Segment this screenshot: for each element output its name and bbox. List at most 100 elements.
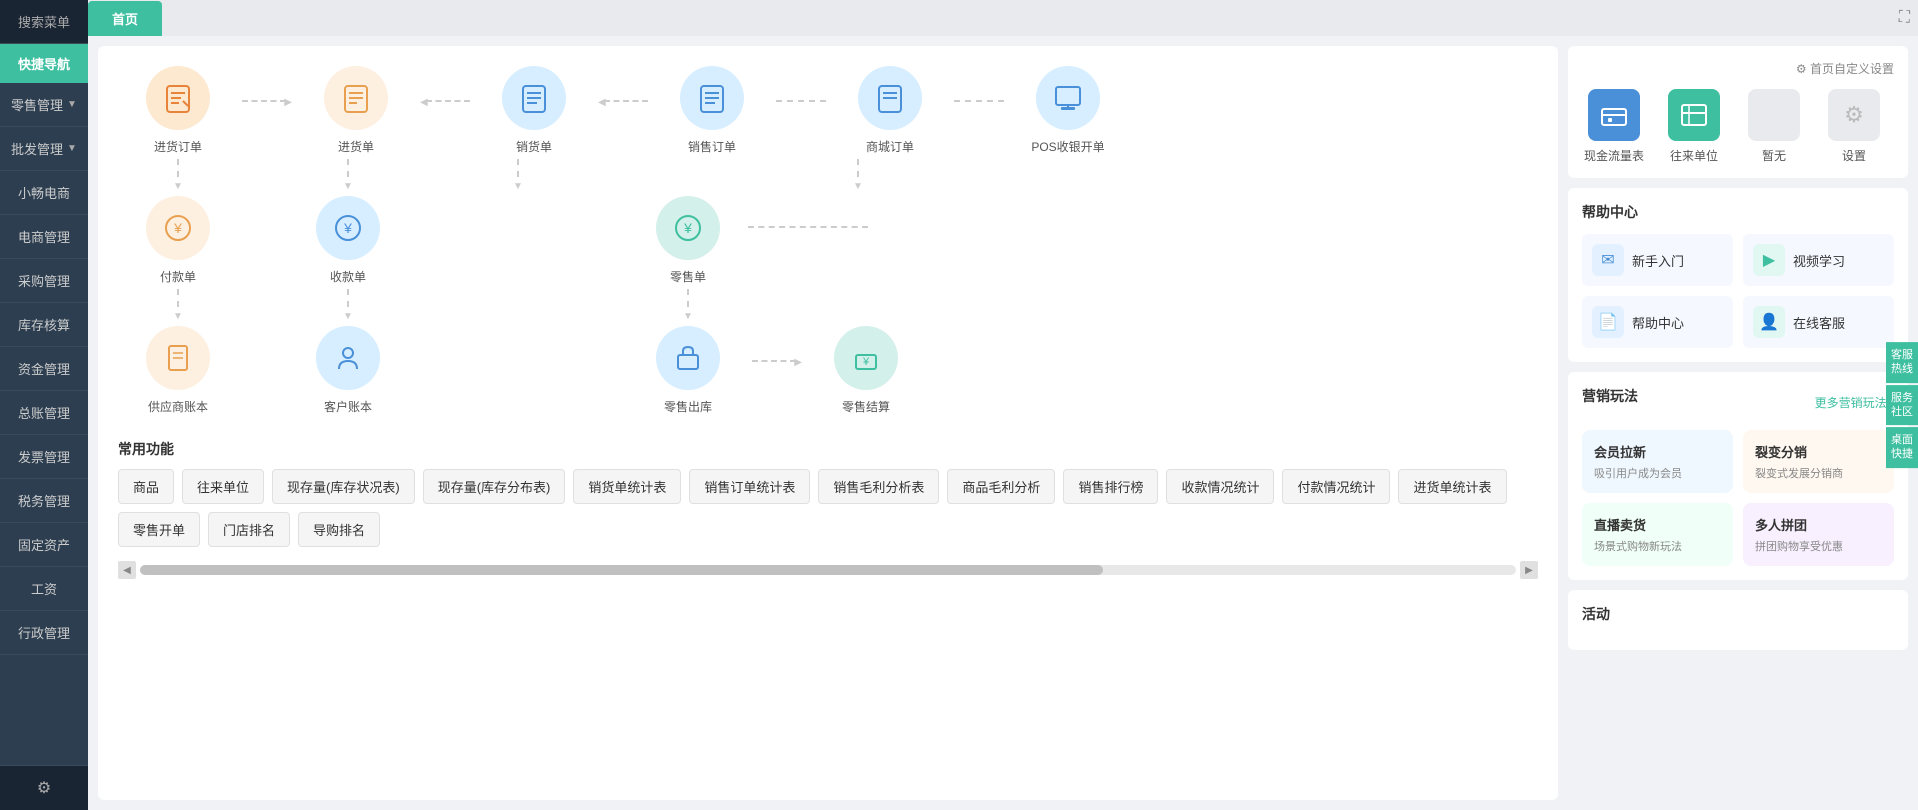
cf-btn-receipt-stats[interactable]: 收款情况统计 <box>1166 469 1274 504</box>
cf-btn-units[interactable]: 往来单位 <box>182 469 264 504</box>
tab-home[interactable]: 首页 <box>88 1 162 36</box>
cf-btn-retail-order[interactable]: 零售开单 <box>118 512 200 547</box>
sidebar-item-ecommerce-small-label: 小畅电商 <box>18 183 70 202</box>
qn-partner-units[interactable]: 往来单位 <box>1662 89 1726 164</box>
flow-node-supplier-book[interactable]: 供应商账本 <box>118 326 238 415</box>
cf-btn-goods[interactable]: 商品 <box>118 469 174 504</box>
more-marketing-link[interactable]: 更多营销玩法 › <box>1815 394 1894 411</box>
arrow-1-2 <box>238 93 296 108</box>
purchase-order-label: 进货订单 <box>154 138 202 155</box>
service-community-button[interactable]: 服务社区 <box>1886 385 1918 426</box>
payment-icon: ¥ <box>146 196 210 260</box>
cf-btn-store-rank[interactable]: 门店排名 <box>208 512 290 547</box>
flow-node-retail-order[interactable]: ¥ 零售单 <box>628 196 748 285</box>
cash-flow-icon <box>1588 89 1640 141</box>
sidebar-gear-button[interactable]: ⚙ <box>0 765 88 810</box>
right-float-panel: 客服热线 服务社区 桌面快捷 <box>1886 342 1918 468</box>
flow-node-purchase-order[interactable]: 进货订单 <box>118 66 238 155</box>
help-online-service[interactable]: 👤 在线客服 <box>1743 296 1894 348</box>
sidebar-item-ecommerce-mgmt[interactable]: 电商管理 <box>0 215 88 259</box>
vc-mall-order <box>798 159 918 192</box>
cf-btn-stock-status[interactable]: 现存量(库存状况表) <box>272 469 415 504</box>
group-title: 多人拼团 <box>1755 515 1882 534</box>
cf-btn-stock-dist[interactable]: 现存量(库存分布表) <box>423 469 566 504</box>
flow-node-payment[interactable]: ¥ 付款单 <box>118 196 238 285</box>
marketing-fission[interactable]: 裂变分销 裂变式发展分销商 <box>1743 430 1894 493</box>
marketing-live[interactable]: 直播卖货 场景式购物新玩法 <box>1582 503 1733 566</box>
cf-btn-guide-rank[interactable]: 导购排名 <box>298 512 380 547</box>
sidebar-item-invoice-label: 发票管理 <box>18 447 70 466</box>
settings-label: 设置 <box>1842 147 1866 164</box>
customize-settings-link[interactable]: ⚙ 首页自定义设置 <box>1582 60 1894 77</box>
cf-btn-sales-stats[interactable]: 销货单统计表 <box>573 469 681 504</box>
sidebar-item-invoice[interactable]: 发票管理 <box>0 435 88 479</box>
scroll-left-button[interactable]: ◀ <box>118 561 136 579</box>
qn-cash-flow[interactable]: 现金流量表 <box>1582 89 1646 164</box>
activity-section: 活动 <box>1568 590 1908 650</box>
cf-btn-sales-profit[interactable]: 销售毛利分析表 <box>818 469 939 504</box>
sidebar-nav-label: 快捷导航 <box>0 44 88 83</box>
arrow-3-4 <box>594 93 652 108</box>
none-icon <box>1748 89 1800 141</box>
marketing-header: 营销玩法 更多营销玩法 › <box>1582 386 1894 418</box>
help-docs[interactable]: 📄 帮助中心 <box>1582 296 1733 348</box>
help-beginner[interactable]: ✉ 新手入门 <box>1582 234 1733 286</box>
scroll-thumb[interactable] <box>140 565 1103 575</box>
flow-node-retail-settle[interactable]: ¥ 零售结算 <box>806 326 926 415</box>
sidebar-item-salary[interactable]: 工资 <box>0 567 88 611</box>
vc-receipt <box>288 289 408 322</box>
quick-nav-icons: 现金流量表 往来单位 暂无 ⚙ <box>1582 89 1894 164</box>
flow-node-customer-book[interactable]: 客户账本 <box>288 326 408 415</box>
sidebar-item-fixed-assets[interactable]: 固定资产 <box>0 523 88 567</box>
svg-text:¥: ¥ <box>343 220 352 236</box>
sidebar-item-inventory[interactable]: 库存核算 <box>0 303 88 347</box>
cf-btn-payment-stats[interactable]: 付款情况统计 <box>1282 469 1390 504</box>
marketing-member[interactable]: 会员拉新 吸引用户成为会员 <box>1582 430 1733 493</box>
flow-node-sales-order[interactable]: 销售订单 <box>652 66 772 155</box>
retail-out-icon <box>656 326 720 390</box>
cf-btn-goods-profit[interactable]: 商品毛利分析 <box>947 469 1055 504</box>
flow-node-receipt[interactable]: ¥ 收款单 <box>288 196 408 285</box>
arrow-5-6 <box>950 100 1008 102</box>
video-icon: ▶ <box>1753 244 1785 276</box>
sidebar-item-ledger[interactable]: 总账管理 <box>0 391 88 435</box>
sidebar-item-admin[interactable]: 行政管理 <box>0 611 88 655</box>
customer-service-button[interactable]: 客服热线 <box>1886 342 1918 383</box>
arrow-down-icon-5 <box>173 307 183 322</box>
flow-node-pos[interactable]: POS收银开单 <box>1008 66 1128 155</box>
none-label: 暂无 <box>1762 147 1786 164</box>
marketing-group[interactable]: 多人拼团 拼团购物享受优惠 <box>1743 503 1894 566</box>
retail-order-label: 零售单 <box>670 268 706 285</box>
sidebar-item-purchase[interactable]: 采购管理 <box>0 259 88 303</box>
help-center-title: 帮助中心 <box>1582 202 1894 222</box>
flow-diagram: 进货订单 进货单 <box>118 66 1538 419</box>
member-title: 会员拉新 <box>1594 442 1721 461</box>
scroll-right-button[interactable]: ▶ <box>1520 561 1538 579</box>
flow-node-retail-out[interactable]: 零售出库 <box>628 326 748 415</box>
expand-icon[interactable]: ⛶ <box>1899 9 1910 27</box>
partner-units-icon <box>1668 89 1720 141</box>
flow-node-sales-slip[interactable]: 销货单 <box>474 66 594 155</box>
arrow-retail-out-settle <box>748 353 806 368</box>
arrow-2-3 <box>416 93 474 108</box>
sidebar-item-purchase-label: 采购管理 <box>18 271 70 290</box>
sidebar-item-ecommerce-small[interactable]: 小畅电商 <box>0 171 88 215</box>
sidebar-search[interactable]: 搜索菜单 <box>0 0 88 44</box>
cf-btn-sales-rank[interactable]: 销售排行榜 <box>1063 469 1158 504</box>
content-area: 进货订单 进货单 <box>88 36 1918 810</box>
sidebar-item-wholesale[interactable]: 批发管理 ▼ <box>0 127 88 171</box>
sidebar-item-retail[interactable]: 零售管理 ▼ <box>0 83 88 127</box>
help-video[interactable]: ▶ 视频学习 <box>1743 234 1894 286</box>
sidebar-item-inventory-label: 库存核算 <box>18 315 70 334</box>
sidebar-item-finance[interactable]: 资金管理 <box>0 347 88 391</box>
desktop-shortcut-button[interactable]: 桌面快捷 <box>1886 427 1918 468</box>
qn-settings[interactable]: ⚙ 设置 <box>1822 89 1886 164</box>
flow-node-mall-order[interactable]: 商城订单 <box>830 66 950 155</box>
flow-node-purchase-slip[interactable]: 进货单 <box>296 66 416 155</box>
purchase-slip-label: 进货单 <box>338 138 374 155</box>
scroll-track[interactable] <box>140 565 1516 575</box>
sidebar-item-tax[interactable]: 税务管理 <box>0 479 88 523</box>
qn-none[interactable]: 暂无 <box>1742 89 1806 164</box>
cf-btn-purchase-stats[interactable]: 进货单统计表 <box>1398 469 1506 504</box>
cf-btn-sales-order-stats[interactable]: 销售订单统计表 <box>689 469 810 504</box>
